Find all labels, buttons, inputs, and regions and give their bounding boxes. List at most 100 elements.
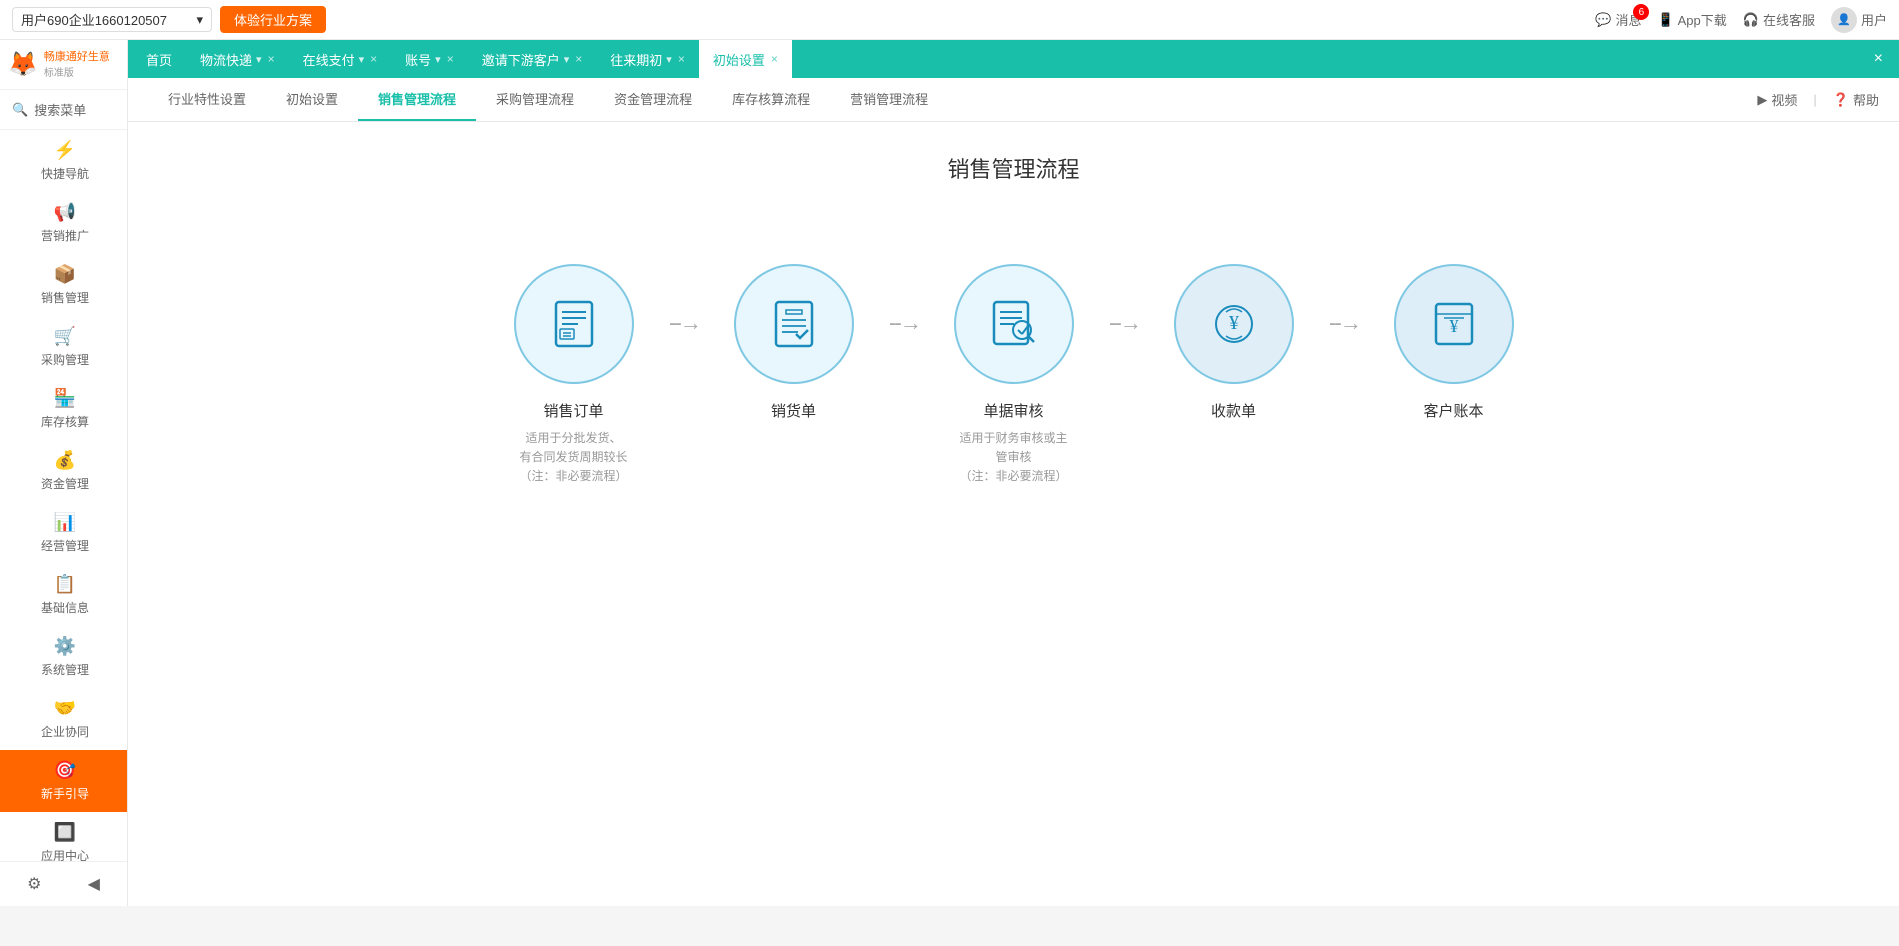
tab-home[interactable]: 首页 (132, 40, 186, 78)
tab-account[interactable]: 账号 ▾ × (391, 40, 468, 78)
audit-icon (986, 296, 1042, 352)
inventory-icon: 🏪 (54, 388, 76, 409)
sub-tab-sales-flow-label: 销售管理流程 (378, 89, 456, 108)
marketing-label: 营销推广 (41, 227, 89, 244)
svg-text:¥: ¥ (1449, 316, 1458, 336)
sub-tabs-right: ▶ 视频 | ❓ 帮助 (1757, 90, 1879, 109)
operation-icon: 📊 (54, 512, 76, 533)
video-btn[interactable]: ▶ 视频 (1757, 90, 1797, 109)
order-icon (546, 296, 602, 352)
sidebar-item-purchase-mgmt[interactable]: 🛒 采购管理 (0, 316, 127, 378)
app-download-item[interactable]: 📱 App下载 (1657, 10, 1726, 29)
user-selector[interactable]: 用户690企业1660120507 ▾ (12, 7, 212, 32)
sidebar-item-basic-info[interactable]: 📋 基础信息 (0, 564, 127, 626)
newbie-label: 新手引导 (41, 785, 89, 802)
sidebar-item-newbie-guide[interactable]: 🎯 新手引导 (0, 750, 127, 812)
system-icon: ⚙️ (54, 636, 76, 657)
step-audit-desc: 适用于财务审核或主管审核（注：非必要流程） (959, 429, 1067, 487)
tab-nav-close-btn[interactable]: × (1862, 50, 1895, 68)
user-avatar-item[interactable]: 👤 用户 (1831, 7, 1887, 33)
app-download-label: App下载 (1678, 10, 1727, 29)
arrow-4-icon: - - → (1329, 310, 1358, 336)
flow-step-audit[interactable]: 单据审核 适用于财务审核或主管审核（注：非必要流程） (934, 264, 1094, 487)
flow-step-sales-order[interactable]: 销售订单 适用于分批发货、有合同发货周期较长（注：非必要流程） (494, 264, 654, 487)
step-receipt-label: 收款单 (1211, 400, 1256, 421)
sidebar-item-finance[interactable]: 💰 资金管理 (0, 440, 127, 502)
sub-tab-marketing-flow[interactable]: 营销管理流程 (830, 78, 948, 121)
tab-invite-arrow: ▾ (564, 53, 570, 66)
tab-historical-label: 往来期初 (610, 50, 662, 69)
sub-tab-initial[interactable]: 初始设置 (266, 78, 358, 121)
sidebar-item-app-center[interactable]: 🔲 应用中心 (0, 812, 127, 861)
tab-initial-setup-close[interactable]: × (771, 52, 778, 66)
sales-label: 销售管理 (41, 289, 89, 306)
tab-payment-close[interactable]: × (370, 52, 377, 66)
sidebar-item-quick-nav[interactable]: ⚡ 快捷导航 (0, 130, 127, 192)
flow-step-receipt[interactable]: ¥ 收款单 (1154, 264, 1314, 429)
coop-icon: 🤝 (54, 698, 76, 719)
header-right: 💬 消息 6 📱 App下载 🎧 在线客服 👤 用户 (1595, 7, 1887, 33)
tab-logistics[interactable]: 物流快递 ▾ × (186, 40, 289, 78)
tab-account-label: 账号 (405, 50, 431, 69)
arrow-1-icon: - - → (669, 310, 698, 336)
tab-navigation: 首页 物流快递 ▾ × 在线支付 ▾ × 账号 ▾ × 邀请下游客户 ▾ × 往… (128, 40, 1899, 78)
play-icon: ▶ (1757, 92, 1767, 108)
sub-tab-industry[interactable]: 行业特性设置 (148, 78, 266, 121)
tab-invite-close[interactable]: × (575, 52, 582, 66)
sidebar-nav: ⚡ 快捷导航 📢 营销推广 📦 销售管理 🛒 采购管理 🏪 库存核算 💰 资金管… (0, 130, 127, 861)
service-icon: 🎧 (1743, 12, 1759, 28)
sidebar-item-system[interactable]: ⚙️ 系统管理 (0, 626, 127, 688)
app-title: 畅康通好生意 (44, 50, 110, 64)
flow-step-delivery[interactable]: 销货单 (714, 264, 874, 429)
sub-tab-initial-label: 初始设置 (286, 89, 338, 108)
sidebar-item-inventory[interactable]: 🏪 库存核算 (0, 378, 127, 440)
quick-nav-icon: ⚡ (54, 140, 76, 161)
help-label: 帮助 (1853, 90, 1879, 109)
sub-tab-inventory-flow[interactable]: 库存核算流程 (712, 78, 830, 121)
inventory-label: 库存核算 (41, 413, 89, 430)
sidebar-item-enterprise-coop[interactable]: 🤝 企业协同 (0, 688, 127, 750)
notification-item[interactable]: 💬 消息 6 (1595, 10, 1641, 29)
sub-tab-purchase-flow[interactable]: 采购管理流程 (476, 78, 594, 121)
tab-initial-setup-label: 初始设置 (713, 50, 765, 69)
tab-invite-downstream[interactable]: 邀请下游客户 ▾ × (468, 40, 597, 78)
tab-home-label: 首页 (146, 50, 172, 69)
header-left: 用户690企业1660120507 ▾ 体验行业方案 (12, 6, 326, 33)
main-wrapper: 首页 物流快递 ▾ × 在线支付 ▾ × 账号 ▾ × 邀请下游客户 ▾ × 往… (128, 40, 1899, 906)
app-center-label: 应用中心 (41, 847, 89, 861)
quick-nav-label: 快捷导航 (41, 165, 89, 182)
trial-button[interactable]: 体验行业方案 (220, 6, 326, 33)
tab-logistics-label: 物流快递 (200, 50, 252, 69)
settings-icon[interactable]: ⚙ (23, 870, 45, 898)
online-service-item[interactable]: 🎧 在线客服 (1743, 10, 1815, 29)
user-name-label: 用户 (1861, 10, 1887, 29)
tab-initial-setup[interactable]: 初始设置 × (699, 40, 792, 78)
sidebar-item-marketing-promo[interactable]: 📢 营销推广 (0, 192, 127, 254)
newbie-icon: 🎯 (54, 760, 76, 781)
flow-circle-ledger: ¥ (1394, 264, 1514, 384)
step-delivery-label: 销货单 (771, 400, 816, 421)
tab-payment-label: 在线支付 (303, 50, 355, 69)
tab-historical-arrow: ▾ (666, 53, 672, 66)
chevron-down-icon: ▾ (196, 12, 203, 28)
flow-step-ledger[interactable]: ¥ 客户账本 (1374, 264, 1534, 429)
download-icon: 📱 (1657, 12, 1673, 28)
search-menu-button[interactable]: 🔍 搜索菜单 (8, 96, 119, 123)
step-sales-order-label: 销售订单 (543, 400, 603, 421)
collapse-icon[interactable]: ◀ (84, 870, 104, 898)
sidebar-item-operation[interactable]: 📊 经营管理 (0, 502, 127, 564)
svg-text:¥: ¥ (1229, 312, 1239, 334)
tab-historical-init[interactable]: 往来期初 ▾ × (596, 40, 699, 78)
tab-payment[interactable]: 在线支付 ▾ × (289, 40, 392, 78)
tab-account-close[interactable]: × (447, 52, 454, 66)
help-btn[interactable]: ❓ 帮助 (1833, 90, 1879, 109)
content-area: 行业特性设置 初始设置 销售管理流程 采购管理流程 资金管理流程 库存核算流程 (128, 78, 1899, 906)
sub-tab-sales-flow[interactable]: 销售管理流程 (358, 78, 476, 121)
sub-tab-fund-flow[interactable]: 资金管理流程 (594, 78, 712, 121)
help-icon: ❓ (1833, 92, 1849, 108)
tab-historical-close[interactable]: × (678, 52, 685, 66)
tab-logistics-close[interactable]: × (268, 52, 275, 66)
sidebar-item-sales-mgmt[interactable]: 📦 销售管理 (0, 254, 127, 316)
finance-label: 资金管理 (41, 475, 89, 492)
avatar: 👤 (1831, 7, 1857, 33)
